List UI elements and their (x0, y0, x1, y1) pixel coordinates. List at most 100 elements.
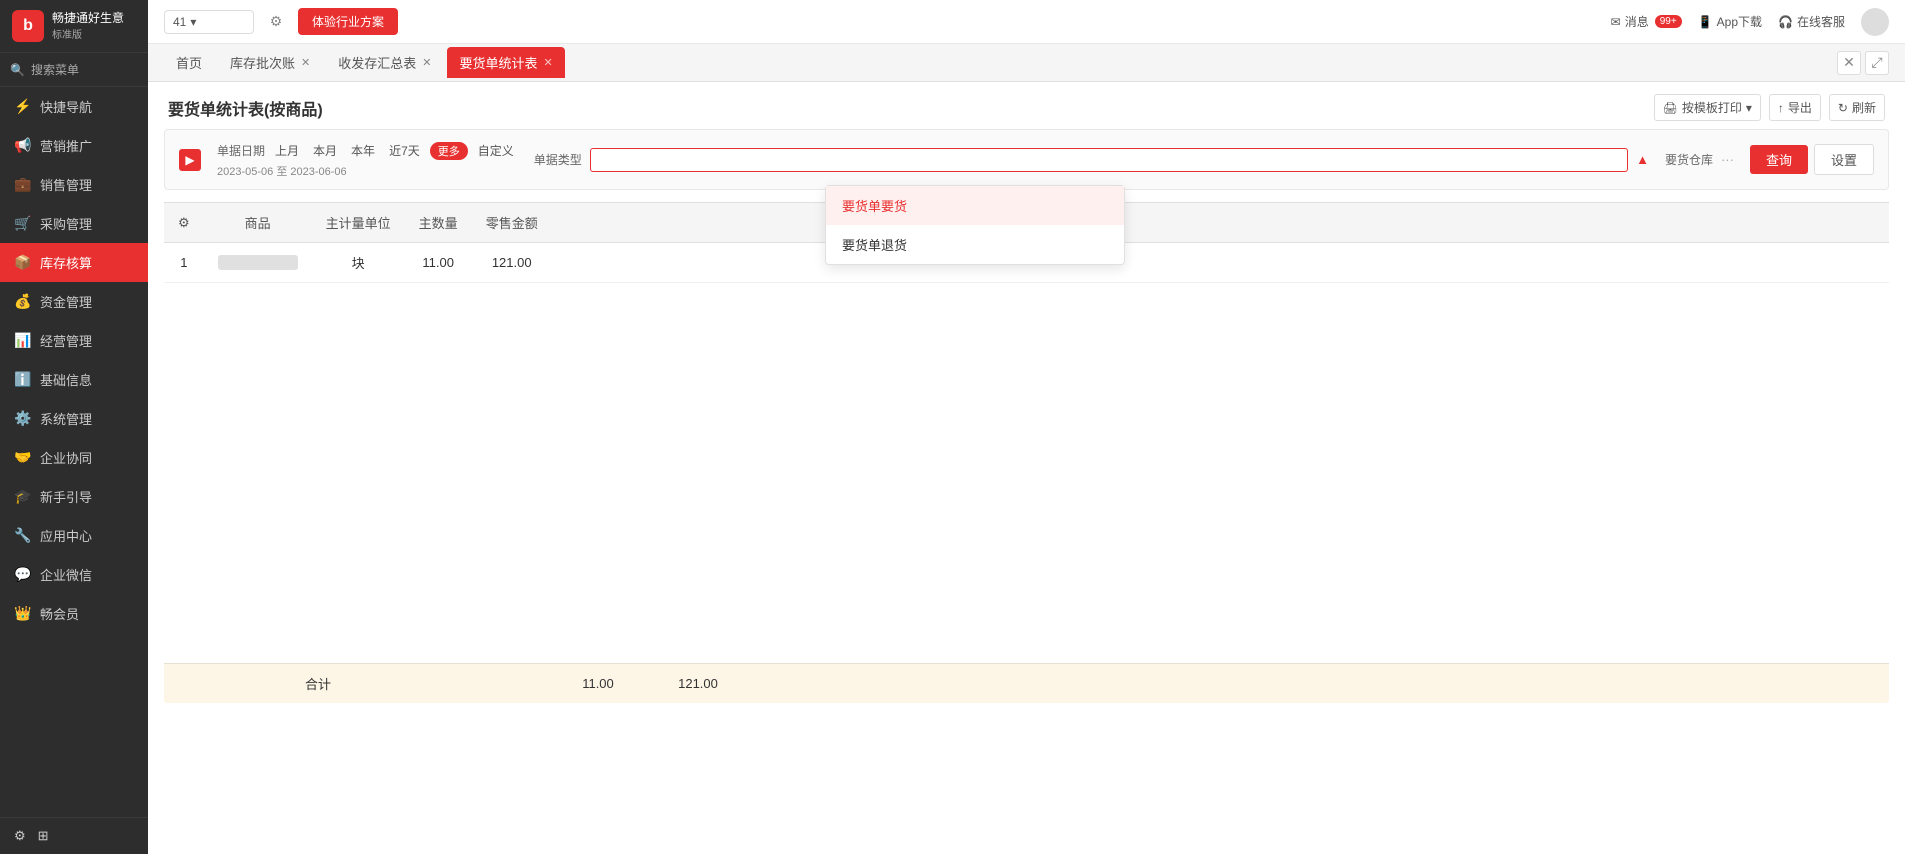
nav-label: 营销推广 (40, 136, 92, 155)
collapse-icon[interactable]: ⊞ (38, 828, 49, 844)
footer-quantity: 11.00 (548, 676, 648, 691)
query-button[interactable]: 查询 (1750, 145, 1808, 174)
tab-close-icon[interactable]: ✕ (301, 56, 310, 69)
date-label: 单据日期 (217, 142, 265, 159)
table-header-quantity: 主数量 (405, 203, 472, 243)
nav-icon: 💰 (14, 293, 32, 311)
messages-button[interactable]: ✉ 消息 99+ (1611, 13, 1682, 30)
sidebar-item-新手引导[interactable]: 🎓 新手引导 (0, 477, 148, 516)
export-button[interactable]: ↑ 导出 (1769, 94, 1821, 121)
sidebar-item-企业协同[interactable]: 🤝 企业协同 (0, 438, 148, 477)
nav-icon: 📊 (14, 332, 32, 350)
tab-close-icon[interactable]: ✕ (422, 56, 431, 69)
search-menu[interactable]: 🔍 搜索菜单 (0, 53, 148, 87)
dropdown-item-yaohuo-tuihuo[interactable]: 要货单退货 (826, 225, 1124, 264)
expand-tabs-button[interactable]: ⤢ (1865, 51, 1889, 75)
sidebar-item-系统管理[interactable]: ⚙️ 系统管理 (0, 399, 148, 438)
print-icon: 🖨 (1663, 101, 1678, 115)
store-name: 41 (173, 15, 186, 29)
sidebar-item-营销推广[interactable]: 📢 营销推广 (0, 126, 148, 165)
date-custom[interactable]: 自定义 (474, 140, 518, 161)
table-footer: 合计 11.00 121.00 (164, 663, 1889, 703)
type-dropdown-arrow-icon[interactable]: ▲ (1636, 152, 1649, 167)
dropdown-item-yaohuo-yanhuo[interactable]: 要货单要货 (826, 186, 1124, 225)
topbar-right: ✉ 消息 99+ 📱 App下载 🎧 在线客服 (1611, 8, 1889, 36)
sidebar-item-经营管理[interactable]: 📊 经营管理 (0, 321, 148, 360)
table-settings-header[interactable]: ⚙ (164, 203, 204, 243)
topbar-gear-button[interactable]: ⚙ (262, 8, 290, 36)
nav-label: 库存核算 (40, 253, 92, 272)
settings-icon[interactable]: ⚙ (14, 828, 26, 844)
filter-settings-button[interactable]: 设置 (1814, 144, 1874, 175)
table-header-extra (552, 203, 1889, 243)
search-label: 搜索菜单 (31, 61, 79, 78)
nav-icon: 👑 (14, 605, 32, 623)
online-service-button[interactable]: 🎧 在线客服 (1778, 13, 1845, 30)
user-avatar[interactable] (1861, 8, 1889, 36)
page-content: 要货单统计表(按商品) 🖨 按模板打印 ▾ ↑ 导出 ↻ 刷新 (148, 82, 1905, 854)
nav-icon: 📢 (14, 137, 32, 155)
date-more-button[interactable]: 更多 (430, 142, 468, 160)
close-all-tabs-button[interactable]: ✕ (1837, 51, 1861, 75)
warehouse-label: 要货仓库 (1665, 151, 1713, 168)
export-icon: ↑ (1778, 101, 1784, 115)
tabs-actions: ✕ ⤢ (1837, 51, 1889, 75)
filter-warehouse-section: 要货仓库 ··· (1665, 151, 1734, 168)
footer-amount: 121.00 (648, 676, 748, 691)
sidebar-item-销售管理[interactable]: 💼 销售管理 (0, 165, 148, 204)
export-label: 导出 (1788, 99, 1812, 116)
sidebar-item-基础信息[interactable]: ℹ️ 基础信息 (0, 360, 148, 399)
date-last-7-days[interactable]: 近7天 (385, 140, 424, 161)
nav-icon: ⚡ (14, 98, 32, 116)
sidebar-item-企业微信[interactable]: 💬 企业微信 (0, 555, 148, 594)
tab-首页[interactable]: 首页 (164, 47, 214, 78)
page-actions: 🖨 按模板打印 ▾ ↑ 导出 ↻ 刷新 (1654, 94, 1885, 121)
app-download-button[interactable]: 📱 App下载 (1698, 13, 1762, 30)
tab-label: 库存批次账 (230, 53, 295, 72)
refresh-icon: ↻ (1838, 101, 1848, 115)
app-name: 畅捷通好生意 (52, 11, 124, 27)
refresh-button[interactable]: ↻ 刷新 (1829, 94, 1885, 121)
tab-close-icon[interactable]: ✕ (544, 56, 553, 69)
sidebar-item-库存核算[interactable]: 📦 库存核算 (0, 243, 148, 282)
sidebar-item-采购管理[interactable]: 🛒 采购管理 (0, 204, 148, 243)
sidebar-nav: ⚡ 快捷导航 📢 营销推广 💼 销售管理 🛒 采购管理 📦 库存核算 💰 资金管… (0, 87, 148, 817)
tab-label: 首页 (176, 53, 202, 72)
nav-icon: 📦 (14, 254, 32, 272)
sidebar-item-资金管理[interactable]: 💰 资金管理 (0, 282, 148, 321)
store-selector[interactable]: 41 ▾ (164, 10, 254, 34)
dropdown-arrow-icon: ▾ (190, 15, 196, 29)
messages-label: 消息 (1625, 13, 1649, 30)
sidebar-item-畅会员[interactable]: 👑 畅会员 (0, 594, 148, 633)
sidebar-item-快捷导航[interactable]: ⚡ 快捷导航 (0, 87, 148, 126)
date-this-year[interactable]: 本年 (347, 140, 379, 161)
footer-label: 合计 (218, 674, 418, 693)
sidebar-item-应用中心[interactable]: 🔧 应用中心 (0, 516, 148, 555)
table-header-product: 商品 (204, 203, 312, 243)
row-amount: 121.00 (472, 243, 552, 283)
tab-要货单统计表[interactable]: 要货单统计表✕ (447, 47, 564, 78)
logo-icon: b (12, 10, 44, 42)
nav-icon: 🛒 (14, 215, 32, 233)
messages-badge: 99+ (1655, 15, 1682, 28)
type-input[interactable] (590, 148, 1628, 172)
tabs-bar: 首页库存批次账✕收发存汇总表✕要货单统计表✕ ✕ ⤢ (148, 44, 1905, 82)
sidebar-bottom: ⚙ ⊞ (0, 817, 148, 854)
filter-date-options: 单据日期 上月 本月 本年 近7天 更多 自定义 (217, 140, 518, 161)
date-this-month[interactable]: 本月 (309, 140, 341, 161)
type-label: 单据类型 (534, 151, 582, 168)
date-last-month[interactable]: 上月 (271, 140, 303, 161)
row-index: 1 (164, 243, 204, 283)
tab-库存批次账[interactable]: 库存批次账 ✕ (218, 47, 322, 78)
nav-label: 经营管理 (40, 331, 92, 350)
nav-label: 采购管理 (40, 214, 92, 233)
sidebar-logo: b 畅捷通好生意 标准版 (0, 0, 148, 53)
print-button[interactable]: 🖨 按模板打印 ▾ (1654, 94, 1761, 121)
nav-label: 基础信息 (40, 370, 92, 389)
filter-expand-button[interactable]: ▶ (179, 149, 201, 171)
promo-button[interactable]: 体验行业方案 (298, 8, 398, 35)
nav-label: 销售管理 (40, 175, 92, 194)
nav-label: 企业微信 (40, 565, 92, 584)
tab-收发存汇总表[interactable]: 收发存汇总表✕ (326, 47, 443, 78)
row-unit: 块 (312, 243, 405, 283)
